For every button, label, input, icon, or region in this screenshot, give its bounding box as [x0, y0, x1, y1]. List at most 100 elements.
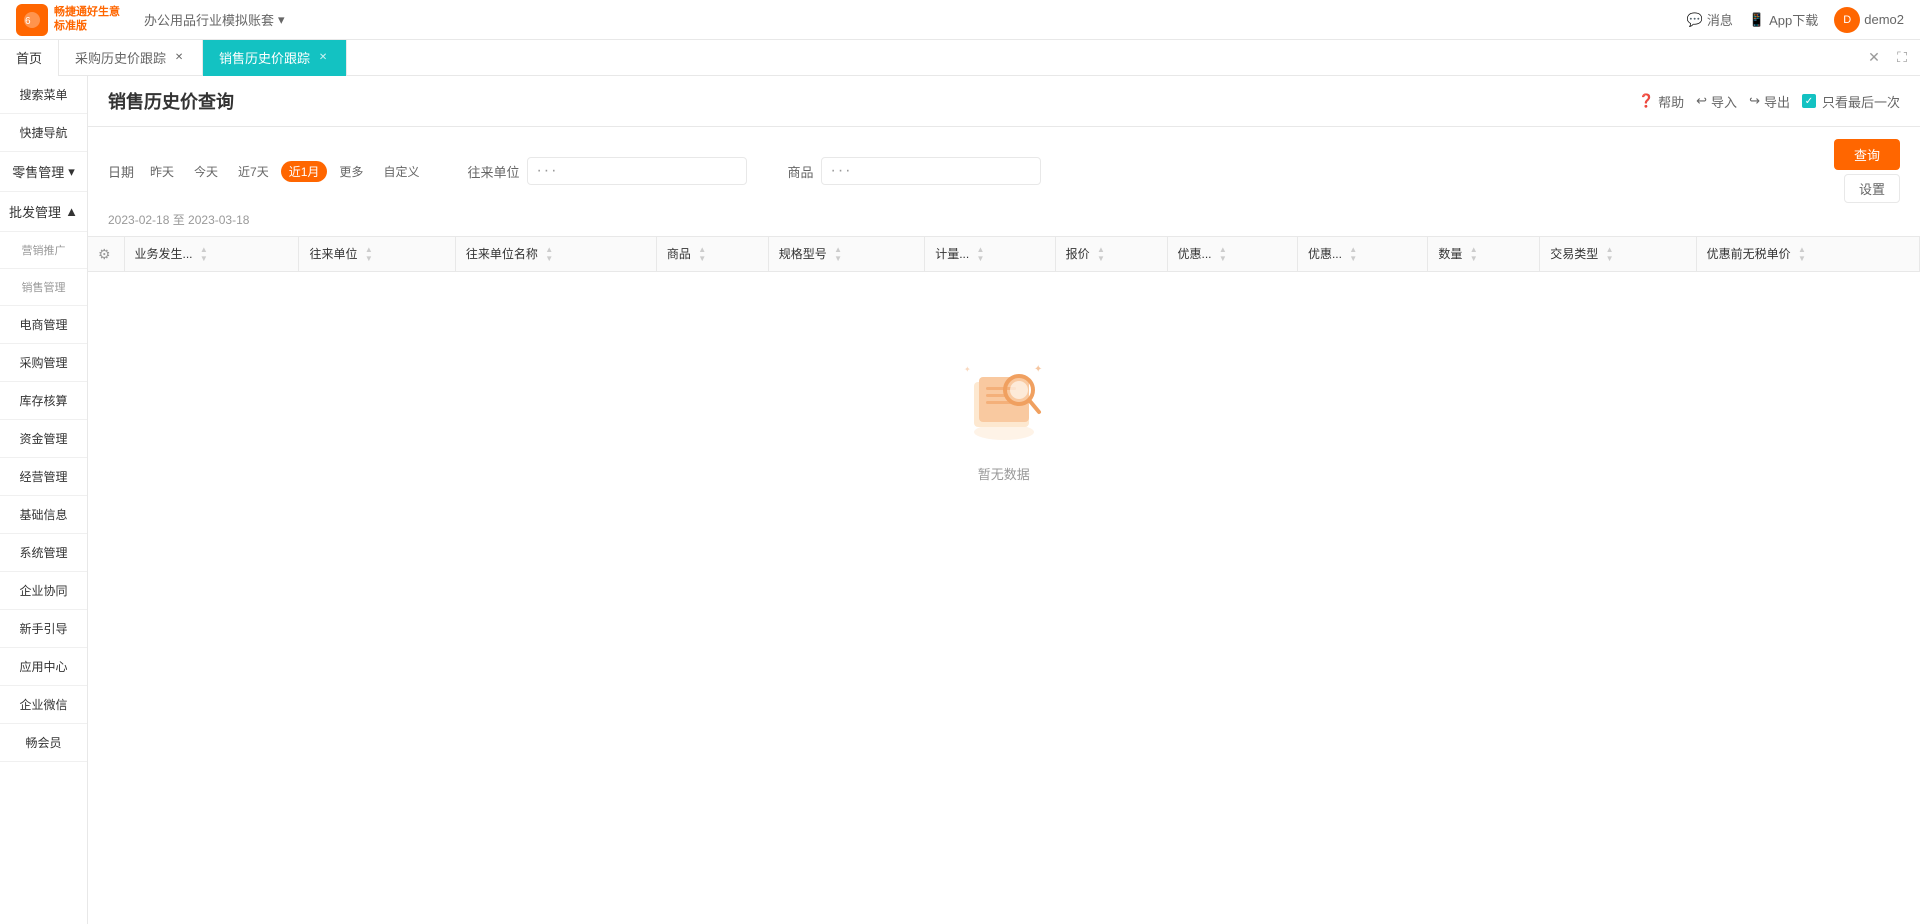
import-button[interactable]: ↩ 导入: [1696, 92, 1737, 111]
tab-purchase-history-close[interactable]: ✕: [172, 51, 186, 65]
app-download-button[interactable]: 📱 App下载: [1749, 10, 1818, 29]
th-pretax-price[interactable]: 优惠前无税单价 ▲ ▼: [1696, 237, 1919, 272]
workspace-label: 办公用品行业模拟账套: [144, 10, 274, 29]
sidebar-item-label: 应用中心: [4, 658, 83, 675]
sort-icons: ▲ ▼: [1606, 246, 1614, 263]
th-price[interactable]: 报价 ▲ ▼: [1055, 237, 1167, 272]
sidebar-item-enterprise-wechat[interactable]: 企业微信: [0, 686, 87, 724]
sort-icons: ▲ ▼: [1349, 246, 1357, 263]
gear-icon[interactable]: ⚙: [98, 246, 111, 262]
sidebar-item-marketing[interactable]: 营销推广: [0, 232, 87, 269]
top-bar-right: 💬 消息 📱 App下载 D demo2: [1687, 7, 1904, 33]
chevron-down-icon: ▾: [68, 164, 75, 180]
th-goods[interactable]: 商品 ▲ ▼: [656, 237, 768, 272]
tab-sales-history-close[interactable]: ✕: [316, 51, 330, 65]
th-gear[interactable]: ⚙: [88, 237, 124, 272]
date-btn-custom[interactable]: 自定义: [375, 161, 427, 182]
date-btn-7days[interactable]: 近7天: [230, 161, 277, 182]
goods-filter-group: 商品 ···: [787, 157, 1041, 185]
sidebar-item-quick-nav[interactable]: 快捷导航: [0, 114, 87, 152]
sidebar-item-inventory[interactable]: 库存核算: [0, 382, 87, 420]
date-range-text: 2023-02-18 至 2023-03-18: [108, 213, 249, 227]
th-biz-date[interactable]: 业务发生... ▲ ▼: [124, 237, 299, 272]
tab-sales-history[interactable]: 销售历史价跟踪 ✕: [203, 40, 347, 76]
sidebar-item-operations[interactable]: 经营管理: [0, 458, 87, 496]
th-spec[interactable]: 规格型号 ▲ ▼: [768, 237, 924, 272]
table-container[interactable]: ⚙ 业务发生... ▲ ▼ 往来单位 ▲: [88, 237, 1920, 924]
date-btn-today[interactable]: 今天: [186, 161, 226, 182]
sidebar-item-label: 快捷导航: [4, 124, 83, 141]
date-range-display: 2023-02-18 至 2023-03-18: [108, 211, 1900, 236]
settings-button[interactable]: 设置: [1844, 174, 1900, 203]
checkbox-icon: [1802, 94, 1816, 108]
sidebar-item-label: 基础信息: [4, 506, 83, 523]
dropdown-arrow-icon: ▾: [278, 12, 285, 28]
filter-section: 日期 昨天 今天 近7天 近1月 更多 自定义 往来单位 ···: [88, 127, 1920, 237]
th-discount1[interactable]: 优惠... ▲ ▼: [1167, 237, 1297, 272]
only-last-checkbox[interactable]: 只看最后一次: [1802, 92, 1900, 111]
query-button[interactable]: 查询: [1834, 139, 1900, 170]
close-all-tabs-button[interactable]: ✕: [1864, 48, 1884, 68]
app-selector[interactable]: 办公用品行业模拟账套 ▾: [144, 10, 285, 29]
table-header-row: ⚙ 业务发生... ▲ ▼ 往来单位 ▲: [88, 237, 1920, 272]
goods-input[interactable]: ···: [821, 157, 1041, 185]
tab-bar-actions: ✕ ⛶: [1864, 48, 1920, 68]
sidebar-item-label: 零售管理: [12, 162, 64, 181]
date-filter-group: 日期 昨天 今天 近7天 近1月 更多 自定义: [108, 161, 427, 182]
tab-purchase-history-label: 采购历史价跟踪: [75, 48, 166, 67]
sidebar-item-ecommerce[interactable]: 电商管理: [0, 306, 87, 344]
user-menu[interactable]: D demo2: [1834, 7, 1904, 33]
logo-icon: 6: [16, 4, 48, 36]
tab-purchase-history[interactable]: 采购历史价跟踪 ✕: [59, 40, 203, 76]
th-quantity[interactable]: 数量 ▲ ▼: [1428, 237, 1540, 272]
date-btn-1month[interactable]: 近1月: [281, 161, 328, 182]
date-btn-yesterday[interactable]: 昨天: [142, 161, 182, 182]
export-button[interactable]: ↪ 导出: [1749, 92, 1790, 111]
sort-icons: ▲ ▼: [1798, 246, 1806, 263]
sort-icons: ▲ ▼: [834, 246, 842, 263]
tab-home[interactable]: 首页: [0, 40, 59, 76]
sort-icons: ▲ ▼: [698, 246, 706, 263]
sidebar-item-vip[interactable]: 畅会员: [0, 724, 87, 762]
th-partner-code[interactable]: 往来单位 ▲ ▼: [299, 237, 455, 272]
import-label: 导入: [1711, 92, 1737, 111]
th-unit[interactable]: 计量... ▲ ▼: [925, 237, 1055, 272]
partner-filter-group: 往来单位 ···: [467, 157, 747, 185]
sidebar-item-finance[interactable]: 资金管理: [0, 420, 87, 458]
tab-home-label: 首页: [16, 48, 42, 67]
sidebar-item-purchase[interactable]: 采购管理: [0, 344, 87, 382]
sidebar-item-sales-mgmt[interactable]: 销售管理: [0, 269, 87, 306]
export-label: 导出: [1764, 92, 1790, 111]
sidebar-item-system[interactable]: 系统管理: [0, 534, 87, 572]
sort-down-icon: ▼: [200, 255, 208, 263]
th-discount2[interactable]: 优惠... ▲ ▼: [1297, 237, 1427, 272]
sidebar-item-app-center[interactable]: 应用中心: [0, 648, 87, 686]
sort-icons: ▲ ▼: [1470, 246, 1478, 263]
sidebar-item-basic-info[interactable]: 基础信息: [0, 496, 87, 534]
app-download-label: App下载: [1769, 10, 1818, 29]
fullscreen-button[interactable]: ⛶: [1892, 48, 1912, 68]
empty-state-text: 暂无数据: [978, 464, 1030, 483]
sidebar-item-search[interactable]: 搜索菜单: [0, 76, 87, 114]
sidebar-item-enterprise-collab[interactable]: 企业协同: [0, 572, 87, 610]
sidebar-item-label: 企业协同: [4, 582, 83, 599]
main-layout: 搜索菜单 快捷导航 零售管理 ▾ 批发管理 ▲ 营销推广 销售管理 电商管理 采…: [0, 76, 1920, 924]
sidebar-item-newbie[interactable]: 新手引导: [0, 610, 87, 648]
message-button[interactable]: 💬 消息: [1687, 10, 1733, 29]
sidebar-item-label: 库存核算: [4, 392, 83, 409]
sidebar-item-retail[interactable]: 零售管理 ▾: [0, 152, 87, 192]
sidebar-item-label: 新手引导: [4, 620, 83, 637]
page-title: 销售历史价查询: [108, 88, 234, 114]
date-btn-more[interactable]: 更多: [331, 161, 371, 182]
help-button[interactable]: ❓ 帮助: [1638, 92, 1684, 111]
th-partner-name[interactable]: 往来单位名称 ▲ ▼: [455, 237, 656, 272]
logo-text: 畅捷通好生意 标准版: [54, 6, 120, 32]
message-label: 消息: [1707, 10, 1733, 29]
sidebar-item-wholesale[interactable]: 批发管理 ▲: [0, 192, 87, 232]
import-icon: ↩: [1696, 93, 1707, 109]
sidebar-item-label: 采购管理: [4, 354, 83, 371]
partner-input[interactable]: ···: [527, 157, 747, 185]
user-name: demo2: [1864, 12, 1904, 27]
avatar: D: [1834, 7, 1860, 33]
th-trade-type[interactable]: 交易类型 ▲ ▼: [1540, 237, 1696, 272]
